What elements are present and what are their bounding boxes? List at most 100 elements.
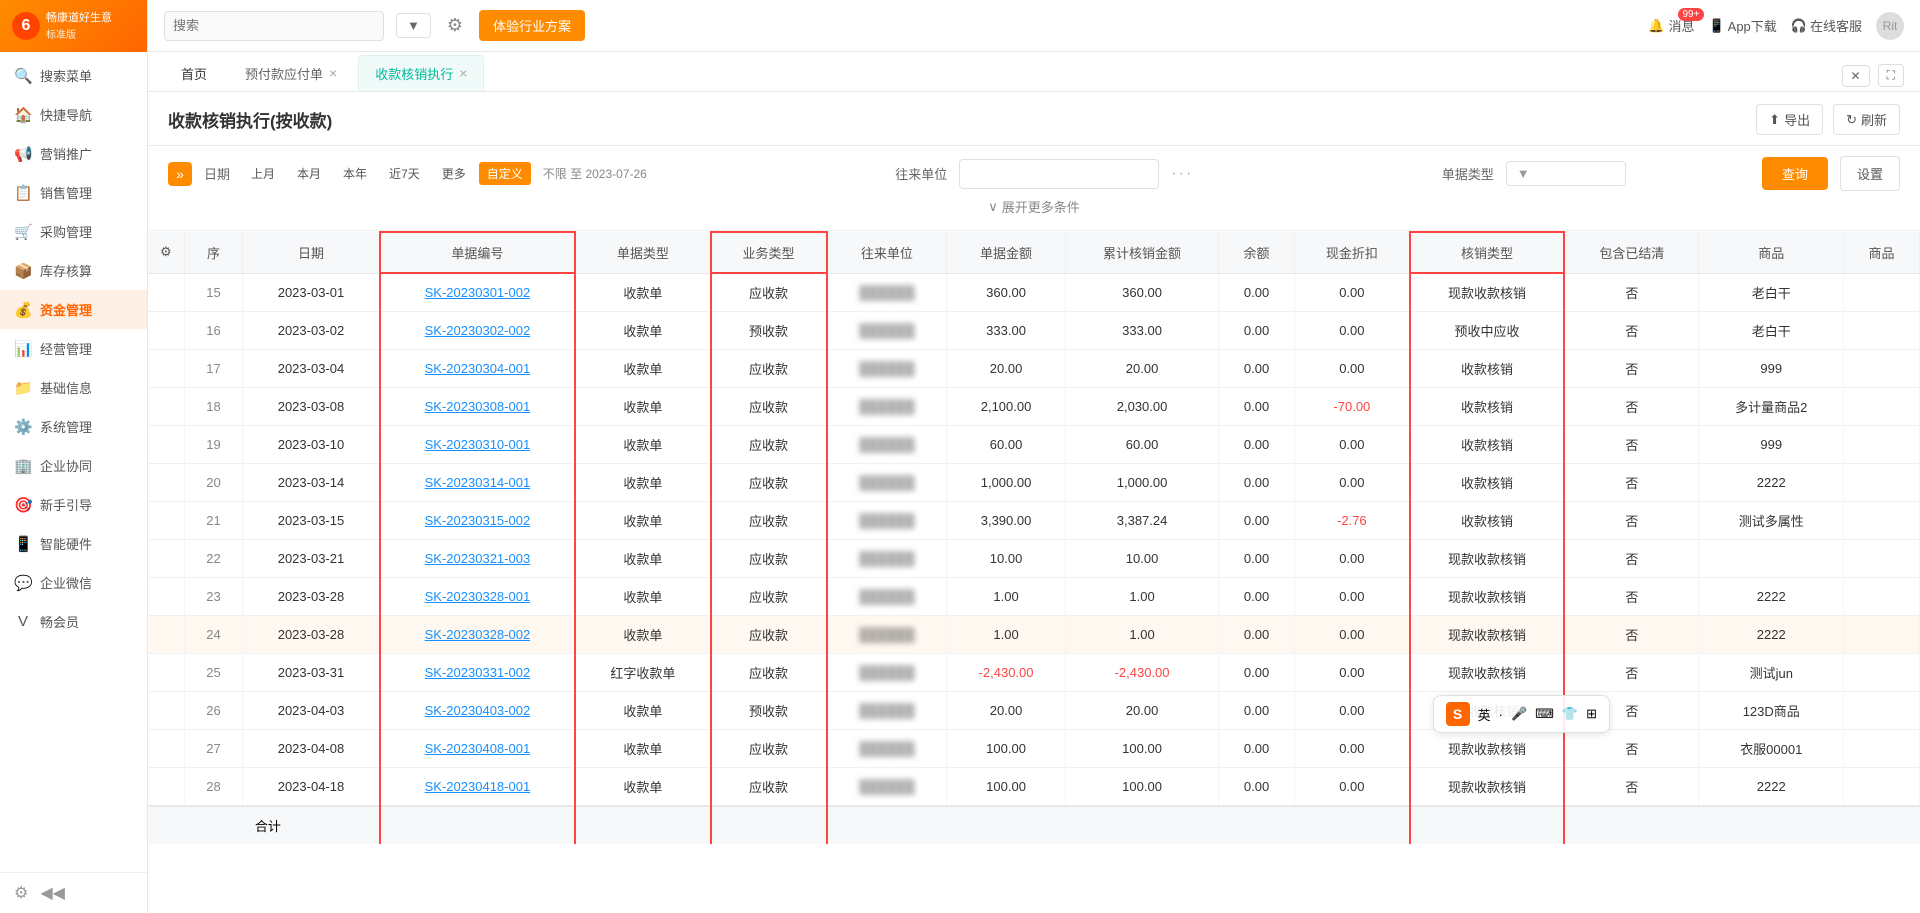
cell-balance: 0.00 [1219, 654, 1295, 692]
cell-date: 2023-03-31 [243, 654, 380, 692]
table-row[interactable]: 27 2023-04-08 SK-20230408-001 收款单 应收款 ██… [148, 730, 1920, 768]
cell-voucher-no[interactable]: SK-20230403-002 [380, 692, 576, 730]
cell-voucher-no[interactable]: SK-20230328-002 [380, 616, 576, 654]
export-button[interactable]: ⬆ 导出 [1756, 104, 1823, 135]
sidebar-item-finance[interactable]: 💰资金管理 [0, 290, 147, 329]
cell-row-num: 15 [184, 273, 243, 312]
cell-voucher-no[interactable]: SK-20230315-002 [380, 502, 576, 540]
col-product2: 商品 [1844, 232, 1920, 273]
table-row[interactable]: 19 2023-03-10 SK-20230310-001 收款单 应收款 ██… [148, 426, 1920, 464]
sidebar-item-enterprise[interactable]: 🏢企业协同 [0, 446, 147, 485]
tab-home[interactable]: 首页 [164, 55, 224, 91]
cell-voucher-no[interactable]: SK-20230304-001 [380, 350, 576, 388]
sidebar-item-sales[interactable]: 📋销售管理 [0, 173, 147, 212]
cell-voucher-no[interactable]: SK-20230328-001 [380, 578, 576, 616]
cell-voucher-no[interactable]: SK-20230408-001 [380, 730, 576, 768]
filter-voucher-type-select[interactable]: ▼ [1506, 161, 1626, 186]
tab-collection-close[interactable]: × [459, 65, 467, 81]
table-row[interactable]: 23 2023-03-28 SK-20230328-001 收款单 应收款 ██… [148, 578, 1920, 616]
tab-collection[interactable]: 收款核销执行 × [358, 55, 484, 91]
col-settings[interactable]: ⚙ [148, 232, 184, 273]
sidebar-item-search[interactable]: 🔍搜索菜单 [0, 56, 147, 95]
expand-more-btn[interactable]: ∨ 展开更多条件 [168, 191, 1900, 220]
cell-date: 2023-03-10 [243, 426, 380, 464]
cell-voucher-no[interactable]: SK-20230302-002 [380, 312, 576, 350]
sidebar-item-guide[interactable]: 🎯新手引导 [0, 485, 147, 524]
table-row[interactable]: 20 2023-03-14 SK-20230314-001 收款单 应收款 ██… [148, 464, 1920, 502]
sidebar-collapse-icon[interactable]: ◀◀ [40, 883, 65, 903]
cell-partner: ██████ [827, 540, 947, 578]
sidebar-item-member[interactable]: V畅会员 [0, 602, 147, 641]
cell-product: 测试多属性 [1699, 502, 1844, 540]
sidebar-item-hardware[interactable]: 📱智能硬件 [0, 524, 147, 563]
cell-date: 2023-04-18 [243, 768, 380, 807]
footer-label: 合计 [243, 806, 380, 844]
filter-query-btn[interactable]: 查询 [1762, 157, 1828, 190]
filter-settings-btn[interactable]: 设置 [1840, 156, 1900, 191]
filter-this-month-btn[interactable]: 本月 [288, 161, 330, 186]
cell-voucher-no[interactable]: SK-20230308-001 [380, 388, 576, 426]
refresh-button[interactable]: ↻ 刷新 [1833, 104, 1900, 135]
sidebar-item-purchase[interactable]: 🛒采购管理 [0, 212, 147, 251]
cell-balance: 0.00 [1219, 692, 1295, 730]
filter-date-range: 不限 至 2023-07-26 [543, 165, 647, 182]
cell-product2 [1844, 312, 1920, 350]
cell-partner: ██████ [827, 502, 947, 540]
footer-biz-type [711, 806, 827, 844]
solution-button[interactable]: 体验行业方案 [479, 10, 585, 41]
cell-voucher-no[interactable]: SK-20230314-001 [380, 464, 576, 502]
table-row[interactable]: 21 2023-03-15 SK-20230315-002 收款单 应收款 ██… [148, 502, 1920, 540]
footer-include-cleared [1564, 806, 1699, 844]
tab-close-window-btn[interactable]: ✕ [1842, 65, 1870, 87]
filter-more-btn[interactable]: 更多 [433, 161, 475, 186]
topbar-dropdown[interactable]: ▼ [396, 13, 431, 38]
cell-voucher-no[interactable]: SK-20230301-002 [380, 273, 576, 312]
table-row[interactable]: 25 2023-03-31 SK-20230331-002 红字收款单 应收款 … [148, 654, 1920, 692]
filter-custom-btn[interactable]: 自定义 [479, 162, 531, 185]
table-row[interactable]: 24 2023-03-28 SK-20230328-002 收款单 应收款 ██… [148, 616, 1920, 654]
cell-date: 2023-03-15 [243, 502, 380, 540]
table-footer-row: 合计 [148, 806, 1920, 844]
filter-this-year-btn[interactable]: 本年 [334, 161, 376, 186]
tab-prepay-close[interactable]: × [329, 65, 337, 81]
filter-partner-input[interactable] [959, 159, 1159, 189]
hardware-icon: 📱 [14, 535, 32, 553]
topbar-gear-icon[interactable]: ⚙ [443, 11, 467, 40]
cell-date: 2023-03-08 [243, 388, 380, 426]
sidebar-item-marketing[interactable]: 📢营销推广 [0, 134, 147, 173]
table-row[interactable]: 22 2023-03-21 SK-20230321-003 收款单 应收款 ██… [148, 540, 1920, 578]
filter-toggle-btn[interactable]: » [168, 162, 192, 186]
table-row[interactable]: 17 2023-03-04 SK-20230304-001 收款单 应收款 ██… [148, 350, 1920, 388]
filter-dots: ··· [1171, 165, 1193, 183]
table-row[interactable]: 28 2023-04-18 SK-20230418-001 收款单 应收款 ██… [148, 768, 1920, 807]
tab-fullscreen-btn[interactable]: ⛶ [1878, 64, 1904, 87]
sidebar-item-quick-nav[interactable]: 🏠快捷导航 [0, 95, 147, 134]
tab-prepay[interactable]: 预付款应付单 × [228, 55, 354, 91]
avatar[interactable]: Rit [1876, 12, 1904, 40]
sidebar-item-inventory[interactable]: 📦库存核算 [0, 251, 147, 290]
cell-voucher-no[interactable]: SK-20230331-002 [380, 654, 576, 692]
sidebar-item-operations[interactable]: 📊经营管理 [0, 329, 147, 368]
app-download-btn[interactable]: 📱 App下载 [1708, 16, 1776, 35]
filter-7days-btn[interactable]: 近7天 [380, 161, 429, 186]
sidebar-item-wechat[interactable]: 💬企业微信 [0, 563, 147, 602]
cell-row-num: 19 [184, 426, 243, 464]
footer-voucher-type [575, 806, 710, 844]
cell-balance: 0.00 [1219, 578, 1295, 616]
sidebar-item-base-info[interactable]: 📁基础信息 [0, 368, 147, 407]
table-row[interactable]: 18 2023-03-08 SK-20230308-001 收款单 应收款 ██… [148, 388, 1920, 426]
sidebar-label-search: 搜索菜单 [40, 66, 92, 85]
cell-voucher-type: 收款单 [575, 578, 710, 616]
cell-voucher-no[interactable]: SK-20230418-001 [380, 768, 576, 807]
table-row[interactable]: 26 2023-04-03 SK-20230403-002 收款单 预收款 ██… [148, 692, 1920, 730]
cell-voucher-no[interactable]: SK-20230310-001 [380, 426, 576, 464]
search-input[interactable] [164, 11, 384, 41]
filter-last-month-btn[interactable]: 上月 [242, 161, 284, 186]
cell-voucher-no[interactable]: SK-20230321-003 [380, 540, 576, 578]
notification-btn[interactable]: 🔔 消息 99+ [1648, 16, 1694, 35]
online-service-btn[interactable]: 🎧 在线客服 [1791, 16, 1862, 35]
sidebar-item-system[interactable]: ⚙️系统管理 [0, 407, 147, 446]
table-row[interactable]: 15 2023-03-01 SK-20230301-002 收款单 应收款 ██… [148, 273, 1920, 312]
sidebar-gear-icon[interactable]: ⚙ [14, 883, 28, 903]
table-row[interactable]: 16 2023-03-02 SK-20230302-002 收款单 预收款 ██… [148, 312, 1920, 350]
